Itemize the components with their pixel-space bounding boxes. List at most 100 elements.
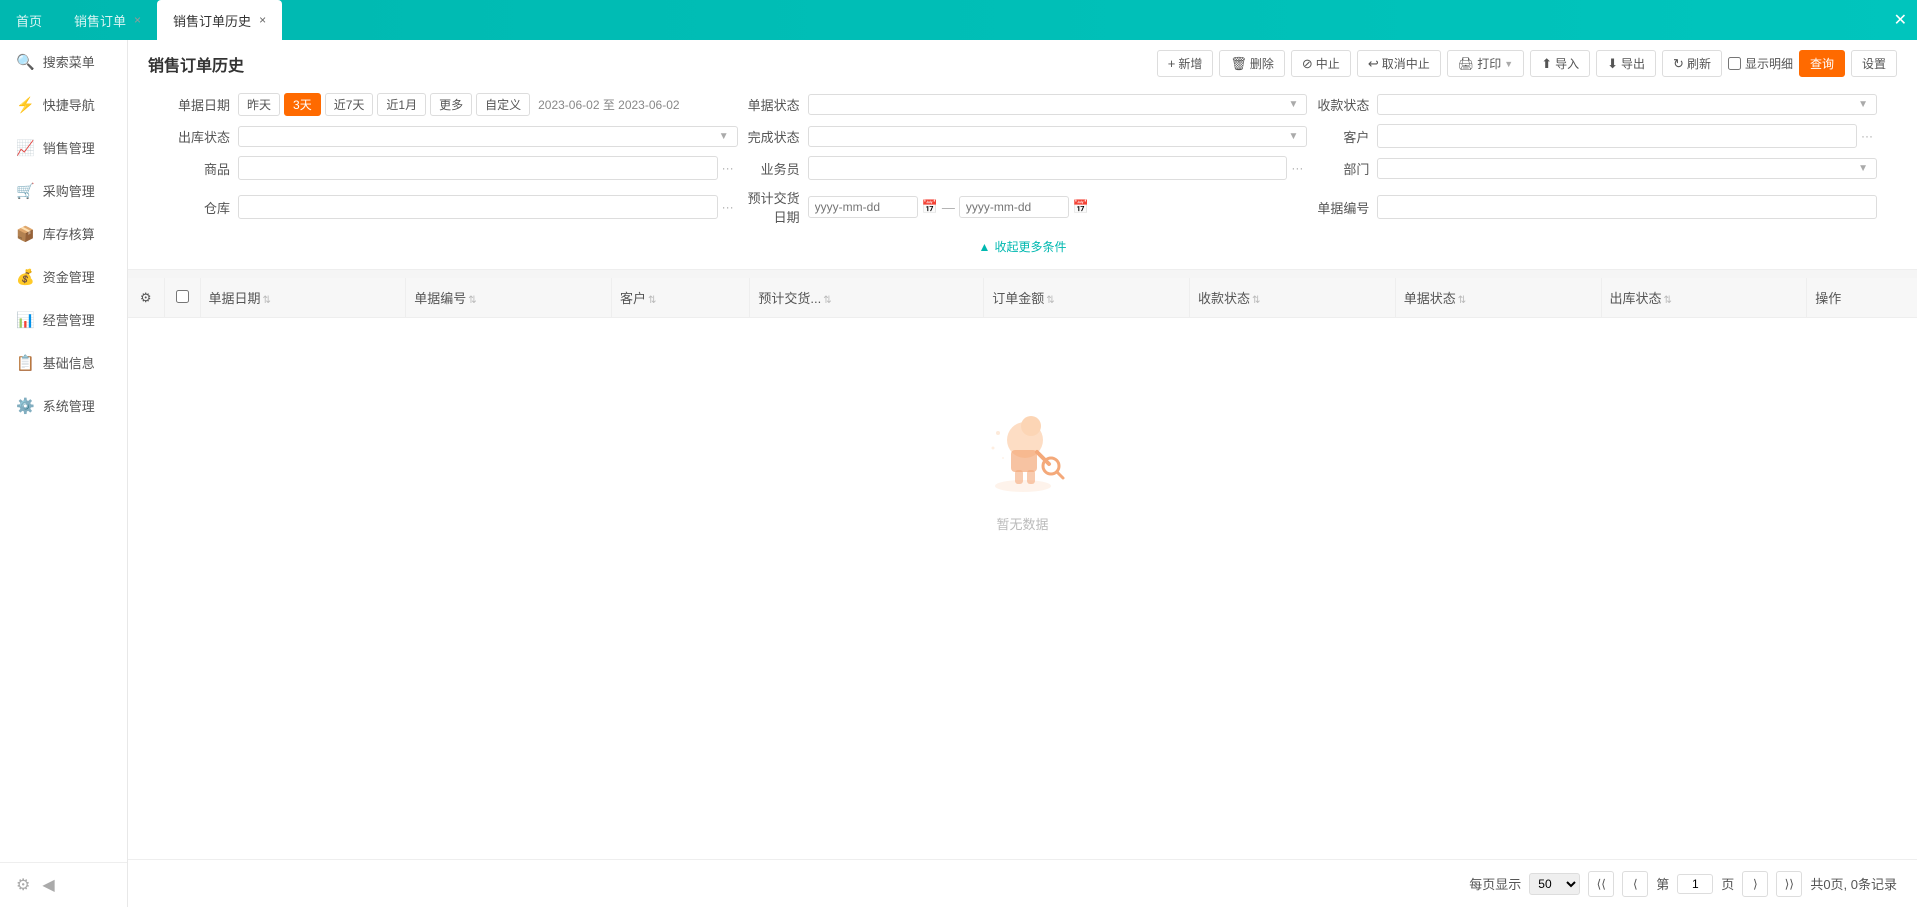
customer-ellipsis-icon[interactable]: ··· — [1857, 129, 1877, 143]
date-dash: — — [942, 200, 955, 215]
collection-status-select[interactable]: ▼ — [1377, 94, 1877, 115]
warehouse-input[interactable] — [238, 195, 718, 219]
bill-status-arrow-icon: ▼ — [1288, 99, 1298, 110]
sort-customer-icon[interactable]: ⇅ — [648, 295, 656, 306]
complete-status-select[interactable]: ▼ — [808, 126, 1308, 147]
sidebar-item-sys-mgmt-label: 系统管理 — [43, 396, 95, 415]
sidebar-item-inventory[interactable]: 📦 库存核算 — [0, 212, 127, 255]
content-area: 销售订单历史 + 新增 🗑 删除 ⊘ 中止 ↩ — [128, 40, 1917, 907]
bill-status-select[interactable]: ▼ — [808, 94, 1308, 115]
sidebar-item-sales-mgmt[interactable]: 📈 销售管理 — [0, 126, 127, 169]
delivery-date-end[interactable] — [959, 196, 1069, 218]
purchase-mgmt-icon: 🛒 — [16, 182, 35, 200]
settings-button[interactable]: 设置 — [1851, 50, 1897, 77]
bill-status-label: 单据状态 — [738, 95, 808, 114]
th-settings[interactable]: ⚙ — [128, 278, 164, 318]
tab-sales-order-history-label: 销售订单历史 — [173, 11, 251, 30]
tab-sales-order-history[interactable]: 销售订单历史 × — [157, 0, 282, 40]
add-button[interactable]: + 新增 — [1157, 50, 1214, 77]
delivery-status-arrow-icon: ▼ — [719, 131, 729, 142]
date-btn-custom[interactable]: 自定义 — [476, 93, 530, 116]
sidebar-item-quick-nav[interactable]: ⚡ 快捷导航 — [0, 83, 127, 126]
salesperson-input[interactable] — [808, 156, 1288, 180]
tab-home[interactable]: 首页 — [0, 0, 58, 40]
settings-bottom-icon[interactable]: ⚙ — [16, 875, 30, 895]
bill-no-input[interactable] — [1377, 195, 1877, 219]
bill-no-cell: 单据编号 — [1307, 195, 1877, 219]
page-number-input[interactable] — [1677, 874, 1713, 894]
show-cols-input[interactable] — [1728, 57, 1741, 70]
date-btn-month[interactable]: 近1月 — [377, 93, 426, 116]
page-go-label: 第 — [1656, 874, 1669, 893]
print-button[interactable]: 🖨 打印 ▼ — [1447, 50, 1524, 77]
per-page-label: 每页显示 — [1469, 874, 1521, 893]
total-label: 共0页, 0条记录 — [1810, 874, 1897, 893]
date-btn-more[interactable]: 更多 — [430, 93, 472, 116]
delivery-date-start[interactable] — [808, 196, 918, 218]
collapse-bar[interactable]: ▲ 收起更多条件 — [168, 234, 1877, 259]
query-button[interactable]: 查询 — [1799, 50, 1845, 77]
collapse-sidebar-icon[interactable]: ◀ — [42, 875, 54, 895]
export-button[interactable]: ⬇ 导出 — [1596, 50, 1656, 77]
product-label: 商品 — [168, 159, 238, 178]
export-icon: ⬇ — [1607, 56, 1618, 72]
bill-status-cell: 单据状态 ▼ — [738, 94, 1308, 115]
prev-page-button[interactable]: ⟨ — [1622, 871, 1648, 897]
delete-button[interactable]: 🗑 删除 — [1219, 50, 1285, 77]
tab-home-label: 首页 — [16, 11, 42, 30]
date-btn-today[interactable]: 昨天 — [238, 93, 280, 116]
collection-status-cell: 收款状态 ▼ — [1307, 94, 1877, 115]
sidebar-item-search-menu[interactable]: 🔍 搜索菜单 — [0, 40, 127, 83]
import-button[interactable]: ⬆ 导入 — [1530, 50, 1590, 77]
sidebar-item-sys-mgmt[interactable]: ⚙️ 系统管理 — [0, 384, 127, 427]
department-select[interactable]: ▼ — [1377, 158, 1877, 179]
last-page-button[interactable]: ⟩⟩ — [1776, 871, 1802, 897]
warehouse-ellipsis-icon[interactable]: ··· — [718, 200, 738, 214]
window-close-button[interactable]: ✕ — [1894, 10, 1907, 30]
salesperson-ellipsis-icon[interactable]: ··· — [1287, 161, 1307, 175]
sort-date-icon[interactable]: ⇅ — [263, 295, 271, 306]
next-page-button[interactable]: ⟩ — [1742, 871, 1768, 897]
sort-delivery-icon[interactable]: ⇅ — [823, 295, 831, 306]
filter-area: 单据日期 昨天 3天 近7天 近1月 更多 自定义 2023-06-02 至 2… — [148, 87, 1897, 269]
sidebar-item-basic-info[interactable]: 📋 基础信息 — [0, 341, 127, 384]
sort-bill-icon[interactable]: ⇅ — [1458, 295, 1466, 306]
sort-amount-icon[interactable]: ⇅ — [1046, 295, 1054, 306]
sort-collection-icon[interactable]: ⇅ — [1252, 295, 1260, 306]
tab-sales-order-close[interactable]: × — [134, 13, 141, 27]
per-page-select[interactable]: 10 20 50 100 — [1529, 873, 1580, 895]
sort-outbound-icon[interactable]: ⇅ — [1664, 295, 1672, 306]
collection-status-label: 收款状态 — [1307, 95, 1377, 114]
show-cols-checkbox[interactable]: 显示明细 — [1728, 55, 1793, 72]
select-all-checkbox[interactable] — [176, 290, 189, 303]
ops-icon: 📊 — [16, 311, 35, 329]
date-btn-3days[interactable]: 3天 — [284, 93, 321, 116]
date-btn-7days[interactable]: 近7天 — [325, 93, 374, 116]
sidebar-item-finance[interactable]: 💰 资金管理 — [0, 255, 127, 298]
stop-button[interactable]: ⊘ 中止 — [1291, 50, 1351, 77]
th-no-label: 单据编号 — [414, 291, 466, 306]
product-cell: 商品 ··· — [168, 156, 738, 180]
tab-sales-order-history-close[interactable]: × — [259, 13, 266, 27]
th-checkbox[interactable] — [164, 278, 200, 318]
product-input[interactable] — [238, 156, 718, 180]
delivery-status-select[interactable]: ▼ — [238, 126, 738, 147]
sort-no-icon[interactable]: ⇅ — [468, 295, 476, 306]
sidebar-item-ops[interactable]: 📊 经营管理 — [0, 298, 127, 341]
first-page-button[interactable]: ⟨⟨ — [1588, 871, 1614, 897]
cancel-stop-button[interactable]: ↩ 取消中止 — [1357, 50, 1441, 77]
sidebar-item-purchase-mgmt[interactable]: 🛒 采购管理 — [0, 169, 127, 212]
product-ellipsis-icon[interactable]: ··· — [718, 161, 738, 175]
th-collection: 收款状态⇅ — [1190, 278, 1396, 318]
filter-row-3: 商品 ··· 业务员 ··· 部门 ▼ — [168, 156, 1877, 180]
collapse-icon: ▲ — [979, 240, 991, 254]
customer-input[interactable] — [1377, 124, 1857, 148]
sidebar-item-sales-mgmt-label: 销售管理 — [43, 138, 95, 157]
sidebar-item-basic-info-label: 基础信息 — [43, 353, 95, 372]
delivery-status-label: 出库状态 — [168, 127, 238, 146]
tab-sales-order[interactable]: 销售订单 × — [58, 0, 157, 40]
th-outbound: 出库状态⇅ — [1601, 278, 1807, 318]
refresh-button[interactable]: ↻ 刷新 — [1662, 50, 1722, 77]
delete-icon: 🗑 — [1230, 56, 1247, 72]
delivery-status-cell: 出库状态 ▼ — [168, 126, 738, 147]
